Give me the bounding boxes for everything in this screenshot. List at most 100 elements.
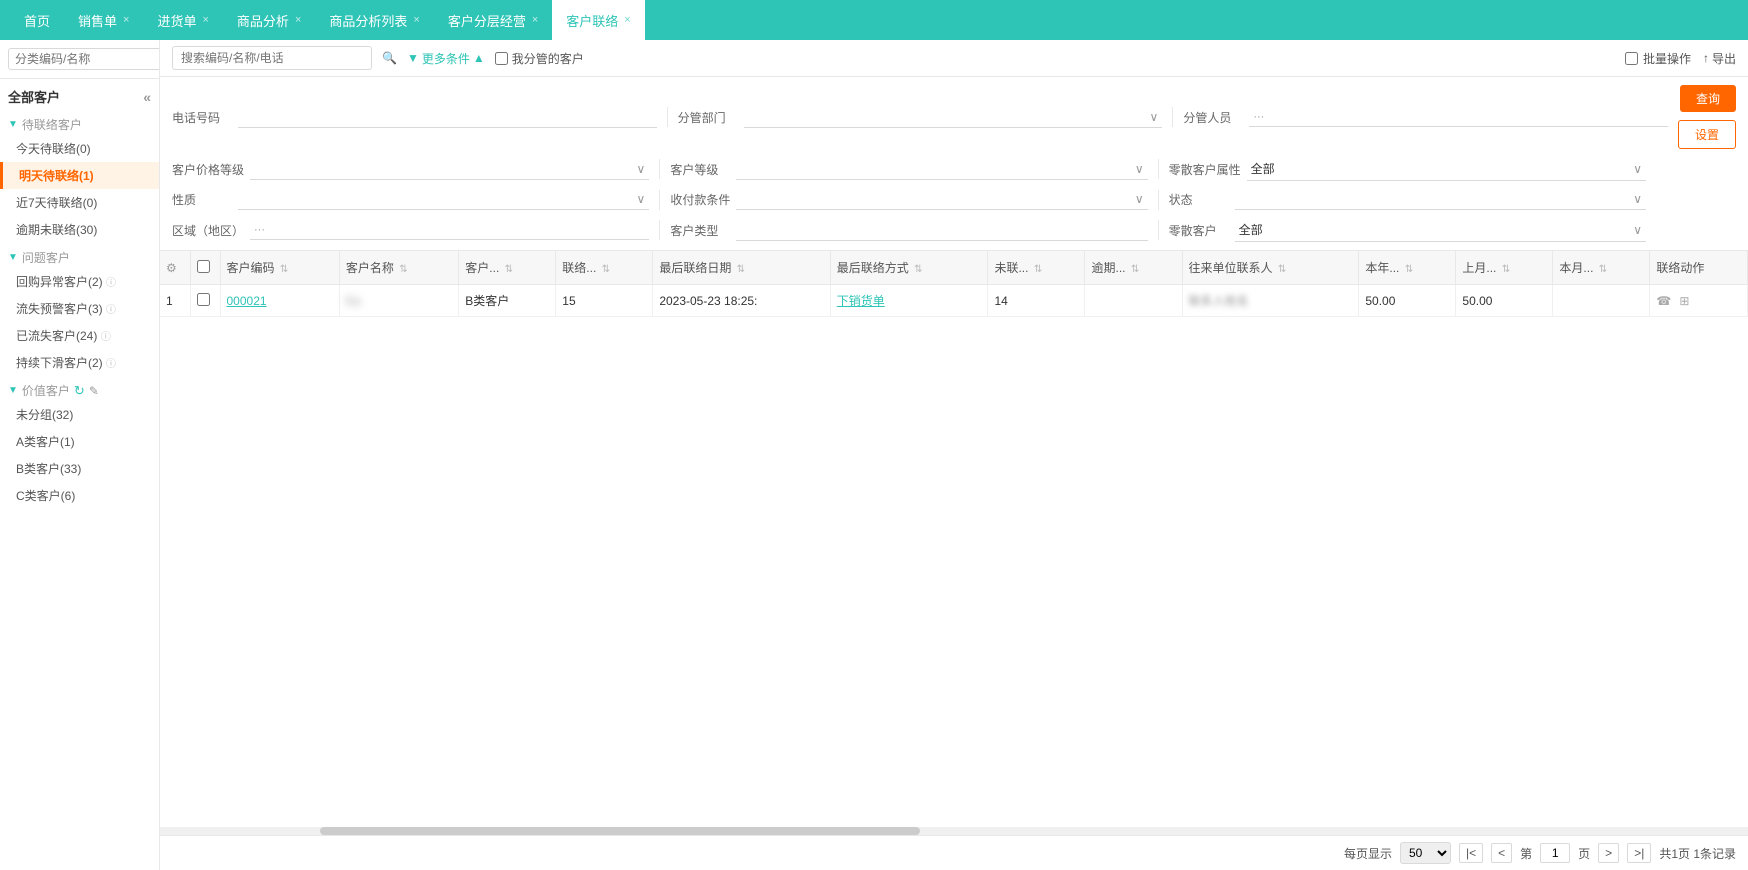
scattered-attr-label: 零散客户属性 bbox=[1169, 161, 1241, 178]
nav-item-sales[interactable]: 销售单 × bbox=[64, 0, 143, 40]
scattered-label: 零散客户 bbox=[1169, 222, 1229, 239]
filter-field-scattered-attr: 零散客户属性 全部 ∨ bbox=[1169, 157, 1646, 181]
nature-select[interactable]: ∨ bbox=[238, 189, 649, 210]
price-level-select[interactable]: ∨ bbox=[250, 159, 649, 180]
sidebar-item-churn-warning[interactable]: 流失预警客户(3) ⓘ bbox=[0, 295, 159, 322]
setting-button[interactable]: 设置 bbox=[1678, 120, 1736, 149]
cell-checkbox[interactable] bbox=[190, 285, 220, 317]
scattered-attr-select[interactable]: 全部 ∨ bbox=[1247, 157, 1646, 181]
payment-select[interactable]: ∨ bbox=[736, 189, 1147, 210]
col-contact-person[interactable]: 往来单位联系人 ⇅ bbox=[1182, 251, 1359, 285]
nav-item-customer-tier[interactable]: 客户分层经营 × bbox=[434, 0, 552, 40]
search-icon[interactable]: 🔍 bbox=[382, 51, 397, 65]
grid-action-icon[interactable]: ⊞ bbox=[1679, 294, 1689, 308]
sidebar-item-overdue[interactable]: 逾期未联络(30) bbox=[0, 216, 159, 243]
sort-icon: ⇅ bbox=[399, 264, 407, 275]
col-last-contact-method[interactable]: 最后联络方式 ⇅ bbox=[830, 251, 988, 285]
sidebar-item-a-class[interactable]: A类客户(1) bbox=[0, 428, 159, 455]
sort-icon: ⇅ bbox=[1034, 264, 1042, 275]
nav-item-home[interactable]: 首页 bbox=[10, 0, 64, 40]
close-icon[interactable]: × bbox=[532, 14, 538, 26]
query-button[interactable]: 查询 bbox=[1680, 85, 1736, 112]
scrollbar-thumb[interactable] bbox=[320, 827, 920, 835]
sidebar-item-b-class[interactable]: B类客户(33) bbox=[0, 455, 159, 482]
col-uncontacted[interactable]: 未联... ⇅ bbox=[988, 251, 1085, 285]
filter-row-3: 性质 ∨ 收付款条件 ∨ 状态 bbox=[172, 189, 1736, 210]
person-input[interactable]: ··· bbox=[1249, 108, 1668, 127]
cell-last-contact-method[interactable]: 下销货单 bbox=[830, 285, 988, 317]
close-icon[interactable]: × bbox=[123, 14, 129, 26]
sidebar-search-input[interactable] bbox=[8, 48, 160, 70]
more-conditions-button[interactable]: ▼ 更多条件 ▲ bbox=[407, 50, 485, 67]
nav-item-analysis-list[interactable]: 商品分析列表 × bbox=[315, 0, 433, 40]
my-customers-checkbox[interactable] bbox=[495, 52, 508, 65]
close-icon[interactable]: × bbox=[624, 14, 630, 26]
col-code[interactable]: 客户编码 ⇅ bbox=[220, 251, 339, 285]
ellipsis-icon[interactable]: ··· bbox=[254, 224, 265, 236]
filter-field-customer-level: 客户等级 ∨ bbox=[670, 159, 1147, 180]
batch-checkbox[interactable] bbox=[1625, 52, 1638, 65]
cell-name[interactable]: Ea bbox=[339, 285, 458, 317]
cell-last-contact-date: 2023-05-23 18:25: bbox=[653, 285, 830, 317]
row-checkbox[interactable] bbox=[197, 293, 210, 306]
close-icon[interactable]: × bbox=[413, 14, 419, 26]
col-contact[interactable]: 联络... ⇅ bbox=[556, 251, 653, 285]
page-input[interactable] bbox=[1540, 843, 1570, 863]
col-type[interactable]: 客户... ⇅ bbox=[459, 251, 556, 285]
edit-icon[interactable]: ✎ bbox=[89, 384, 99, 398]
close-icon[interactable]: × bbox=[202, 14, 208, 26]
col-last-contact-date[interactable]: 最后联络日期 ⇅ bbox=[653, 251, 830, 285]
sidebar-item-churned[interactable]: 已流失客户(24) ⓘ bbox=[0, 322, 159, 349]
col-this-year[interactable]: 本年... ⇅ bbox=[1359, 251, 1456, 285]
nav-item-customer-contact[interactable]: 客户联络 × bbox=[552, 0, 644, 40]
sidebar-item-today[interactable]: 今天待联络(0) bbox=[0, 135, 159, 162]
first-page-button[interactable]: |< bbox=[1459, 843, 1483, 863]
sidebar-search-area: 🔍 bbox=[0, 40, 159, 79]
settings-icon[interactable]: ⚙ bbox=[166, 261, 177, 275]
region-label: 区域（地区） bbox=[172, 222, 244, 239]
nav-item-analysis[interactable]: 商品分析 × bbox=[223, 0, 315, 40]
sidebar-item-c-class[interactable]: C类客户(6) bbox=[0, 482, 159, 509]
col-overdue[interactable]: 逾期... ⇅ bbox=[1085, 251, 1182, 285]
scattered-select[interactable]: 全部 ∨ bbox=[1235, 218, 1646, 242]
select-all-checkbox[interactable] bbox=[197, 260, 210, 273]
col-checkbox[interactable] bbox=[190, 251, 220, 285]
prev-page-button[interactable]: < bbox=[1491, 843, 1512, 863]
filter-row-4: 区域（地区） ··· 客户类型 零散客户 全部 ∨ bbox=[172, 218, 1736, 242]
close-icon[interactable]: × bbox=[295, 14, 301, 26]
cell-code[interactable]: 000021 bbox=[220, 285, 339, 317]
dept-select[interactable]: ∨ bbox=[744, 107, 1163, 128]
horizontal-scrollbar[interactable] bbox=[160, 827, 1748, 835]
page-size-select[interactable]: 50 100 200 bbox=[1400, 842, 1451, 864]
last-page-button[interactable]: >| bbox=[1627, 843, 1651, 863]
sidebar-section-pending: ▼ 待联络客户 bbox=[0, 110, 159, 135]
sidebar-item-declining[interactable]: 持续下滑客户(2) ⓘ bbox=[0, 349, 159, 376]
col-name[interactable]: 客户名称 ⇅ bbox=[339, 251, 458, 285]
batch-operation-button[interactable]: 批量操作 bbox=[1625, 50, 1691, 67]
customer-level-select[interactable]: ∨ bbox=[736, 159, 1147, 180]
search-input[interactable] bbox=[172, 46, 372, 70]
sidebar-item-repurchase-abnormal[interactable]: 回购异常客户(2) ⓘ bbox=[0, 268, 159, 295]
sidebar-item-7days[interactable]: 近7天待联络(0) bbox=[0, 189, 159, 216]
col-settings[interactable]: ⚙ bbox=[160, 251, 190, 285]
status-select[interactable]: ∨ bbox=[1235, 189, 1646, 210]
chevron-down-icon: ∨ bbox=[1633, 223, 1642, 237]
phone-input[interactable] bbox=[238, 107, 657, 128]
col-this-month[interactable]: 本月... ⇅ bbox=[1553, 251, 1650, 285]
sort-icon: ⇅ bbox=[737, 264, 745, 275]
refresh-icon[interactable]: ↻ bbox=[74, 383, 85, 399]
nav-item-purchase[interactable]: 进货单 × bbox=[143, 0, 222, 40]
region-input[interactable]: ··· bbox=[250, 221, 649, 240]
export-button[interactable]: ↑ 导出 bbox=[1703, 50, 1736, 67]
sidebar-item-ungrouped[interactable]: 未分组(32) bbox=[0, 401, 159, 428]
col-last-month[interactable]: 上月... ⇅ bbox=[1456, 251, 1553, 285]
next-page-button[interactable]: > bbox=[1598, 843, 1619, 863]
sidebar-item-tomorrow[interactable]: 明天待联络(1) bbox=[0, 162, 159, 189]
customer-type-input[interactable] bbox=[736, 220, 1147, 241]
my-customers-checkbox-label[interactable]: 我分管的客户 bbox=[495, 50, 584, 67]
chevron-down-icon: ∨ bbox=[1633, 162, 1642, 176]
collapse-icon[interactable]: « bbox=[143, 89, 151, 105]
nature-label: 性质 bbox=[172, 191, 232, 208]
ellipsis-icon[interactable]: ··· bbox=[1253, 111, 1264, 123]
phone-action-icon[interactable]: ☎ bbox=[1656, 294, 1671, 308]
